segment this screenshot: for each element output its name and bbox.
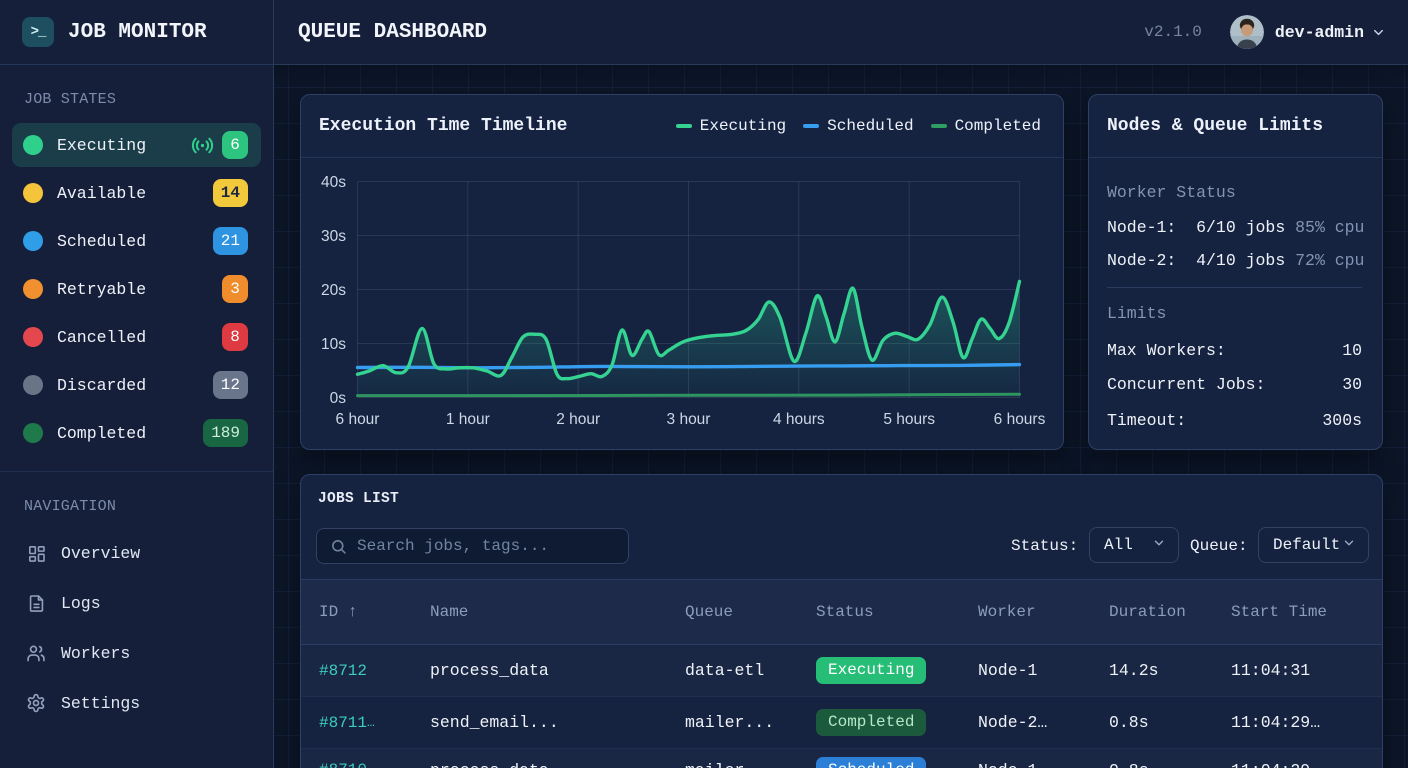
svg-text:2 hour: 2 hour	[556, 411, 600, 428]
svg-text:20s: 20s	[321, 282, 346, 299]
svg-text:40s: 40s	[321, 174, 346, 191]
svg-text:6 hours: 6 hours	[994, 411, 1046, 428]
svg-text:30s: 30s	[321, 228, 346, 245]
svg-text:1 hour: 1 hour	[446, 411, 490, 428]
svg-text:6 hour: 6 hour	[336, 411, 380, 428]
svg-text:0s: 0s	[330, 390, 347, 407]
svg-text:5 hours: 5 hours	[883, 411, 935, 428]
svg-text:10s: 10s	[321, 336, 346, 353]
svg-text:4 hours: 4 hours	[773, 411, 825, 428]
svg-text:3 hour: 3 hour	[667, 411, 711, 428]
